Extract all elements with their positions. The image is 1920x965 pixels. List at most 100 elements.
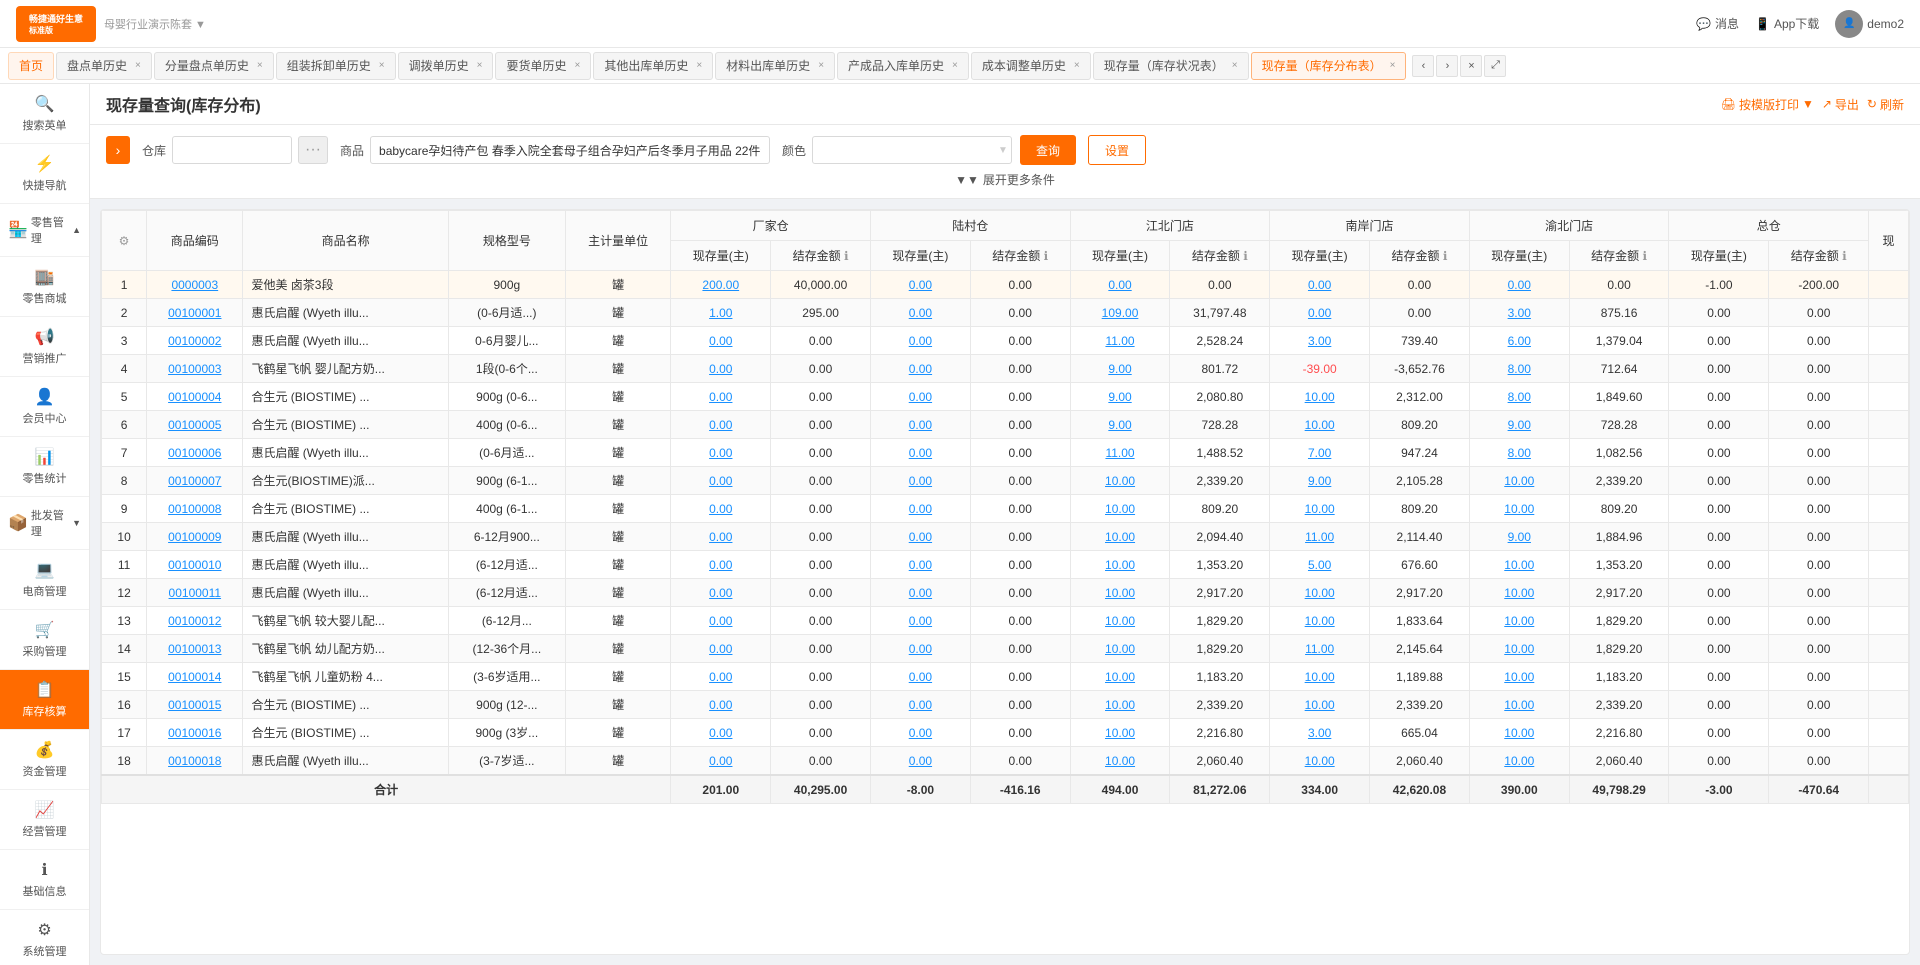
- na-stock-link[interactable]: -39.00: [1303, 362, 1337, 376]
- nav-next[interactable]: ›: [1436, 55, 1458, 77]
- jb-stock-link[interactable]: 10.00: [1105, 614, 1135, 628]
- lc-stock-link[interactable]: 0.00: [909, 642, 932, 656]
- yb-stock-link[interactable]: 10.00: [1504, 698, 1534, 712]
- app-download-button[interactable]: 📱 App下载: [1755, 15, 1819, 32]
- lc-stock-link[interactable]: 0.00: [909, 362, 932, 376]
- user-menu[interactable]: 👤 demo2: [1835, 10, 1904, 38]
- jb-stock-link[interactable]: 10.00: [1105, 670, 1135, 684]
- sidebar-item-finance[interactable]: 💰 资金管理: [0, 730, 89, 790]
- nav-prev[interactable]: ‹: [1412, 55, 1434, 77]
- yb-stock-link[interactable]: 10.00: [1504, 614, 1534, 628]
- warehouse-input[interactable]: [172, 136, 292, 164]
- f-stock-link[interactable]: 0.00: [709, 670, 732, 684]
- code-link[interactable]: 00100003: [168, 362, 221, 376]
- f-stock-link[interactable]: 0.00: [709, 726, 732, 740]
- f-stock-link[interactable]: 0.00: [709, 390, 732, 404]
- yb-stock-link[interactable]: 9.00: [1508, 530, 1531, 544]
- lc-stock-link[interactable]: 0.00: [909, 558, 932, 572]
- jb-stock-link[interactable]: 9.00: [1108, 418, 1131, 432]
- na-stock-link[interactable]: 10.00: [1305, 586, 1335, 600]
- sidebar-item-search[interactable]: 🔍 搜索英单: [0, 84, 89, 144]
- code-link[interactable]: 00100008: [168, 502, 221, 516]
- lc-stock-link[interactable]: 0.00: [909, 502, 932, 516]
- lc-stock-link[interactable]: 0.00: [909, 334, 932, 348]
- na-stock-link[interactable]: 10.00: [1305, 670, 1335, 684]
- jb-stock-link[interactable]: 10.00: [1105, 754, 1135, 768]
- f-stock-link[interactable]: 0.00: [709, 698, 732, 712]
- f-stock-link[interactable]: 0.00: [709, 642, 732, 656]
- na-stock-link[interactable]: 10.00: [1305, 502, 1335, 516]
- export-button[interactable]: ↗ 导出: [1822, 96, 1859, 113]
- sidebar-item-mall[interactable]: 🏬 零售商城: [0, 257, 89, 317]
- jb-stock-link[interactable]: 10.00: [1105, 642, 1135, 656]
- sidebar-item-inventory[interactable]: 📋 库存核算: [0, 670, 89, 730]
- sidebar-item-ecommerce[interactable]: 💻 电商管理: [0, 550, 89, 610]
- code-link[interactable]: 00100012: [168, 614, 221, 628]
- code-link[interactable]: 00100015: [168, 698, 221, 712]
- jb-stock-link[interactable]: 0.00: [1108, 278, 1131, 292]
- code-link[interactable]: 00100006: [168, 446, 221, 460]
- na-stock-link[interactable]: 10.00: [1305, 614, 1335, 628]
- code-link[interactable]: 00100011: [169, 586, 222, 600]
- sidebar-item-wholesale[interactable]: 📦 批发管理 ▼: [0, 497, 89, 550]
- yb-stock-link[interactable]: 10.00: [1504, 558, 1534, 572]
- f-stock-link[interactable]: 0.00: [709, 474, 732, 488]
- close-icon[interactable]: ×: [1074, 60, 1080, 71]
- f-stock-link[interactable]: 200.00: [702, 278, 739, 292]
- code-link[interactable]: 0000003: [171, 278, 218, 292]
- yb-stock-link[interactable]: 10.00: [1504, 502, 1534, 516]
- code-link[interactable]: 00100005: [168, 418, 221, 432]
- close-icon[interactable]: ×: [379, 60, 385, 71]
- close-icon[interactable]: ×: [696, 60, 702, 71]
- messages-button[interactable]: 💬 消息: [1696, 15, 1739, 32]
- jb-stock-link[interactable]: 10.00: [1105, 726, 1135, 740]
- jb-stock-link[interactable]: 10.00: [1105, 530, 1135, 544]
- f-stock-link[interactable]: 0.00: [709, 586, 732, 600]
- color-input[interactable]: [812, 136, 1012, 164]
- setting-button[interactable]: 设置: [1088, 135, 1146, 165]
- close-icon[interactable]: ×: [952, 60, 958, 71]
- tab-inventory-history[interactable]: 盘点单历史 ×: [56, 52, 152, 80]
- lc-stock-link[interactable]: 0.00: [909, 278, 932, 292]
- tab-home[interactable]: 首页: [8, 52, 54, 80]
- tab-cost-adjust[interactable]: 成本调整单历史 ×: [971, 52, 1091, 80]
- close-icon[interactable]: ×: [257, 60, 263, 71]
- sidebar-item-purchase[interactable]: 🛒 采购管理: [0, 610, 89, 670]
- close-icon[interactable]: ×: [477, 60, 483, 71]
- close-icon[interactable]: ×: [574, 60, 580, 71]
- lc-stock-link[interactable]: 0.00: [909, 670, 932, 684]
- yb-stock-link[interactable]: 8.00: [1508, 446, 1531, 460]
- jb-stock-link[interactable]: 10.00: [1105, 558, 1135, 572]
- yb-stock-link[interactable]: 10.00: [1504, 726, 1534, 740]
- code-link[interactable]: 00100018: [168, 754, 221, 768]
- f-stock-link[interactable]: 0.00: [709, 558, 732, 572]
- jb-stock-link[interactable]: 10.00: [1105, 474, 1135, 488]
- code-link[interactable]: 00100013: [168, 642, 221, 656]
- na-stock-link[interactable]: 10.00: [1305, 754, 1335, 768]
- tab-product-inbound[interactable]: 产成品入库单历史 ×: [837, 52, 969, 80]
- f-stock-link[interactable]: 0.00: [709, 754, 732, 768]
- tab-other-outbound[interactable]: 其他出库单历史 ×: [593, 52, 713, 80]
- code-link[interactable]: 00100002: [168, 334, 221, 348]
- f-stock-link[interactable]: 1.00: [709, 306, 732, 320]
- nav-close-all[interactable]: ×: [1460, 55, 1482, 77]
- sidebar-item-marketing[interactable]: 📢 营销推广: [0, 317, 89, 377]
- na-stock-link[interactable]: 3.00: [1308, 334, 1331, 348]
- code-link[interactable]: 00100014: [168, 670, 221, 684]
- na-stock-link[interactable]: 0.00: [1308, 306, 1331, 320]
- lc-stock-link[interactable]: 0.00: [909, 390, 932, 404]
- yb-stock-link[interactable]: 8.00: [1508, 390, 1531, 404]
- tab-material-outbound[interactable]: 材料出库单历史 ×: [715, 52, 835, 80]
- sidebar-item-retail-stats[interactable]: 📊 零售统计: [0, 437, 89, 497]
- sidebar-item-nav[interactable]: ⚡ 快捷导航: [0, 144, 89, 204]
- na-stock-link[interactable]: 3.00: [1308, 726, 1331, 740]
- na-stock-link[interactable]: 7.00: [1308, 446, 1331, 460]
- close-icon[interactable]: ×: [818, 60, 824, 71]
- goods-input[interactable]: [370, 136, 770, 164]
- tab-stock-status[interactable]: 现存量（库存状况表） ×: [1093, 52, 1249, 80]
- lc-stock-link[interactable]: 0.00: [909, 530, 932, 544]
- jb-stock-link[interactable]: 10.00: [1105, 586, 1135, 600]
- na-stock-link[interactable]: 11.00: [1305, 530, 1334, 544]
- code-link[interactable]: 00100007: [168, 474, 221, 488]
- nav-maximize[interactable]: ⤢: [1484, 55, 1506, 77]
